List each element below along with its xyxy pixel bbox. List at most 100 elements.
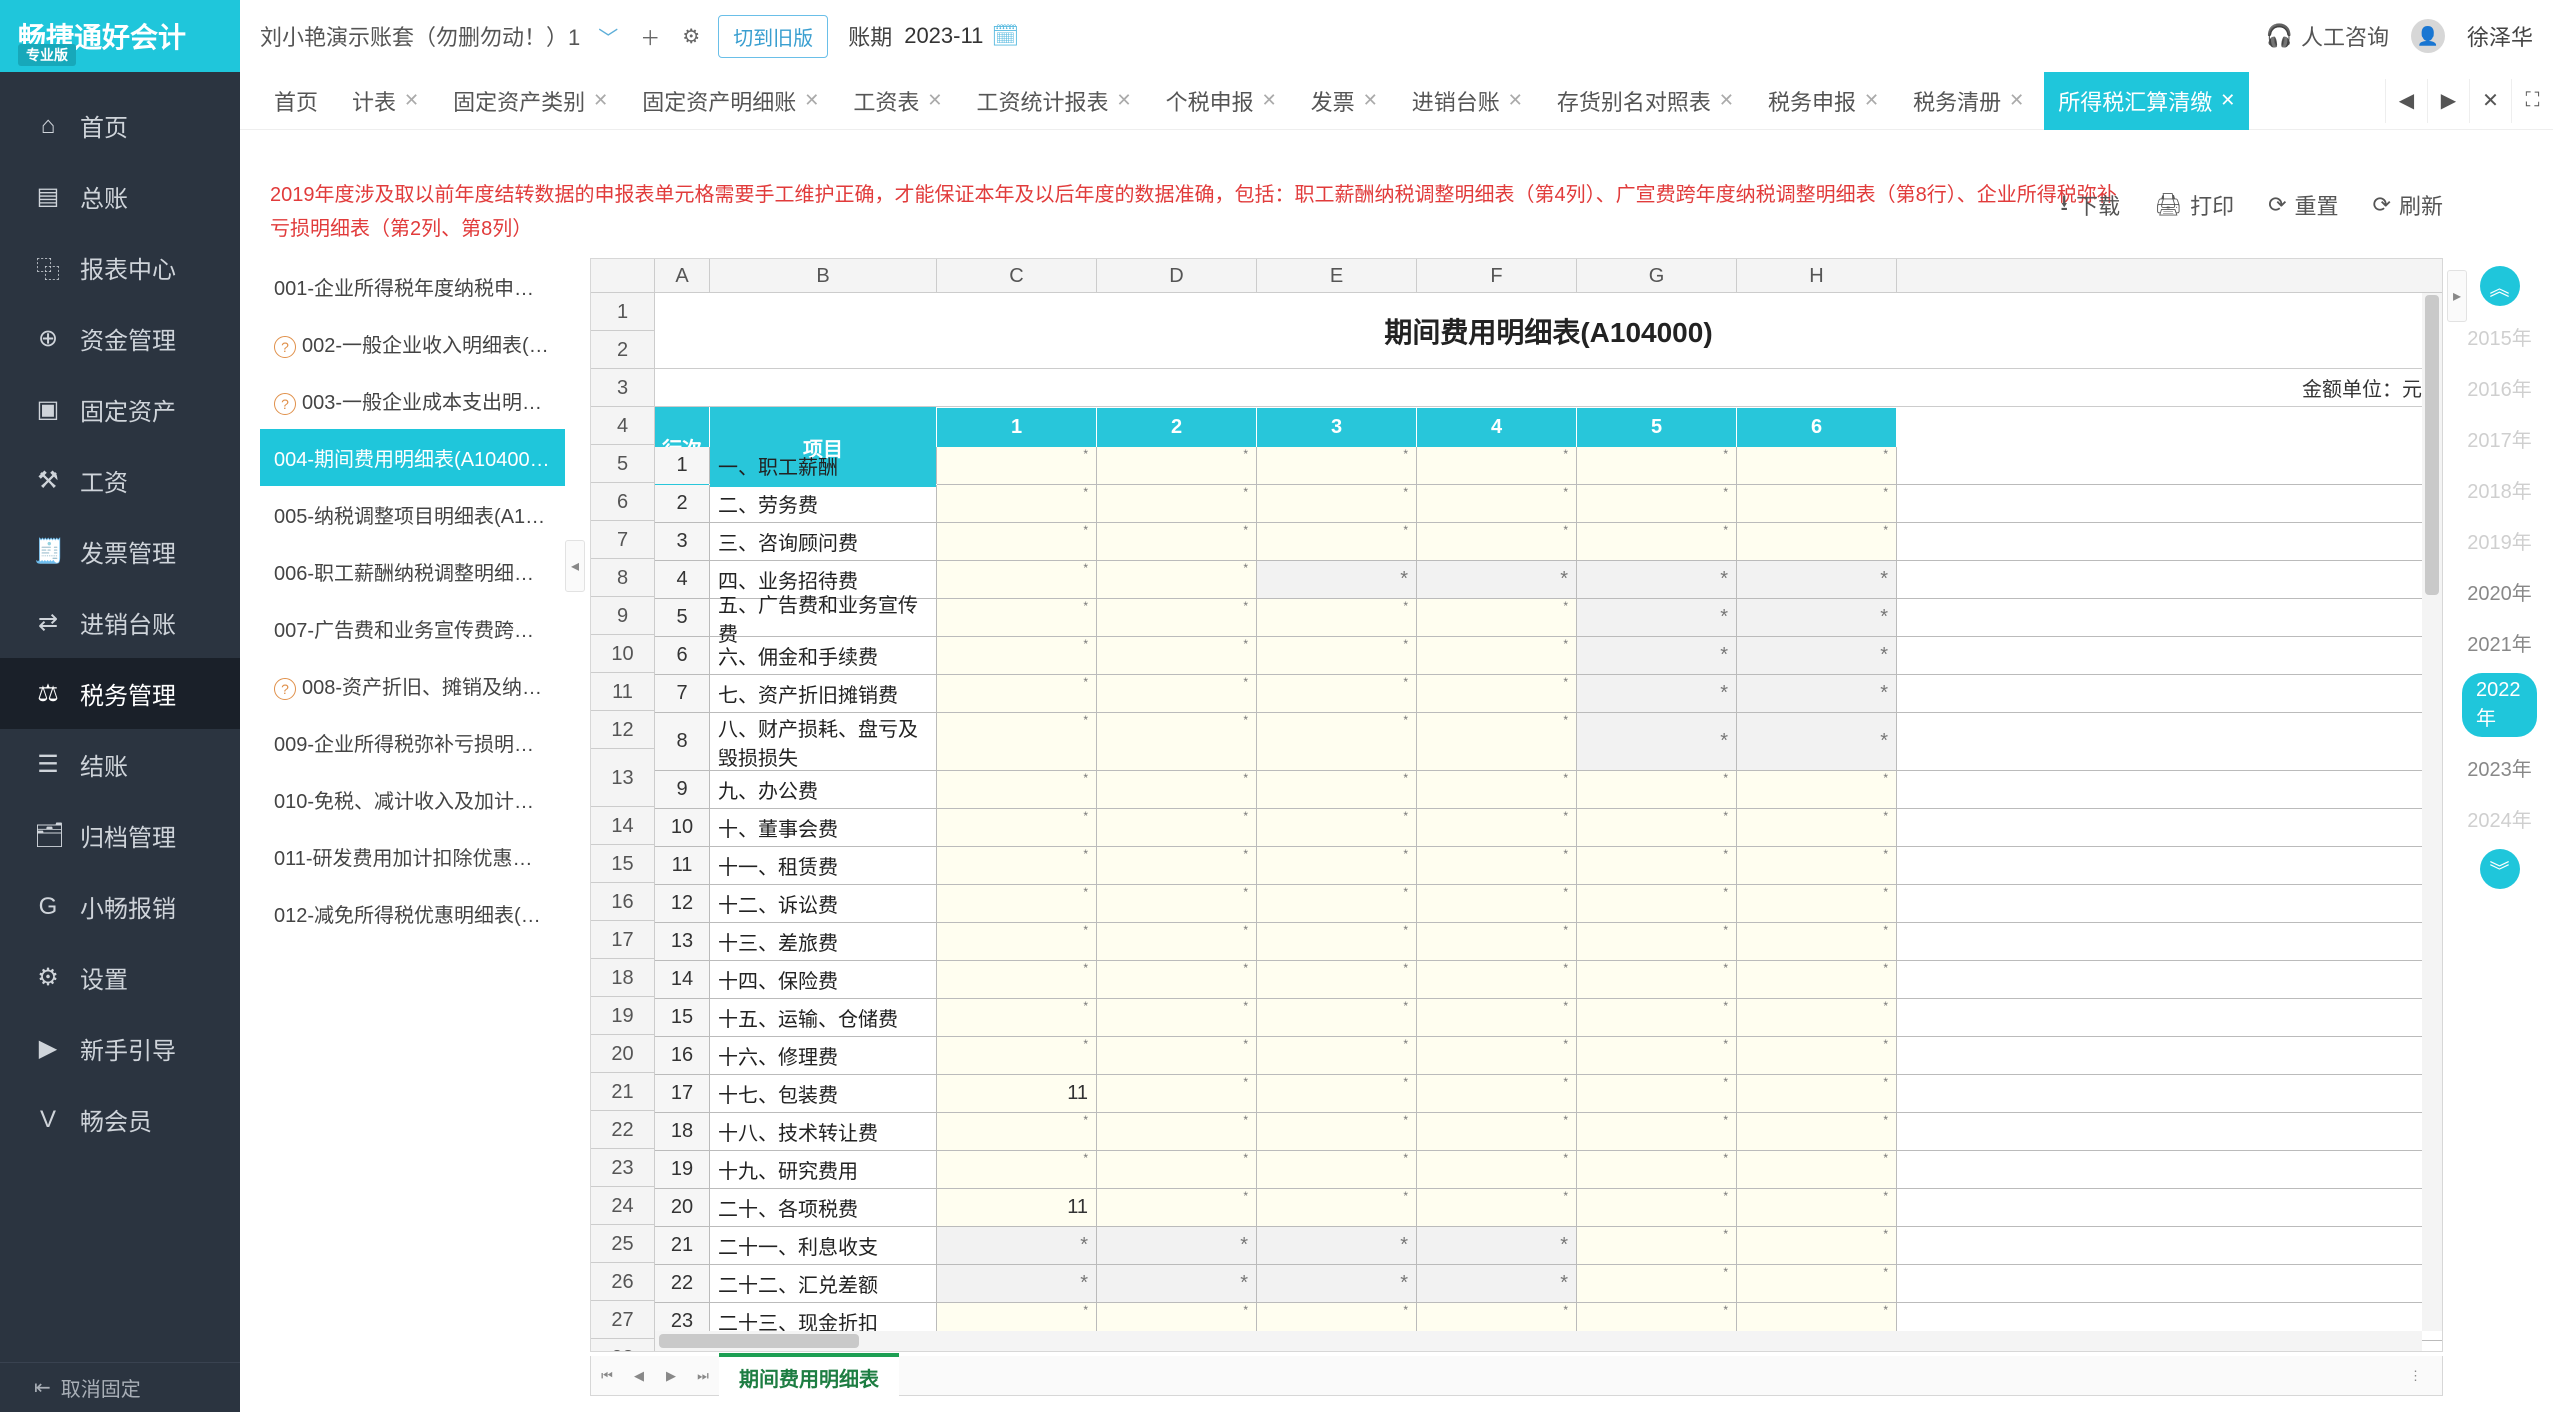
row-header-26[interactable]: 26 [591, 1263, 654, 1301]
nav-item-工资[interactable]: ⚒工资 [0, 445, 240, 516]
row-header-13[interactable]: 13 [591, 749, 654, 807]
cell[interactable]: * [1577, 485, 1737, 522]
row-header-3[interactable]: 3 [591, 369, 654, 407]
row-header-24[interactable]: 24 [591, 1187, 654, 1225]
cell[interactable]: * [1737, 923, 1897, 960]
sheet-first-icon[interactable]: ⏮ [591, 1368, 623, 1384]
cell[interactable]: * [1097, 1113, 1257, 1150]
cell[interactable]: 11 [937, 1075, 1097, 1112]
tab-工资表[interactable]: 工资表✕ [839, 72, 956, 130]
cell[interactable]: 11 [937, 1189, 1097, 1226]
col-header-D[interactable]: D [1097, 259, 1257, 292]
nav-item-结账[interactable]: ☰结账 [0, 729, 240, 800]
cell[interactable]: * [1577, 923, 1737, 960]
cell[interactable]: * [1737, 447, 1897, 484]
close-icon[interactable]: ✕ [1116, 90, 1131, 111]
cell[interactable]: * [937, 1265, 1097, 1302]
report-item[interactable]: 011-研发费用加计扣除优惠… [260, 828, 565, 885]
cell[interactable]: * [1577, 885, 1737, 922]
cell[interactable]: * [1097, 999, 1257, 1036]
nav-item-固定资产[interactable]: ▣固定资产 [0, 374, 240, 445]
refresh-button[interactable]: ⟳刷新 [2373, 186, 2443, 224]
cell[interactable]: * [1097, 447, 1257, 484]
nav-item-畅会员[interactable]: V畅会员 [0, 1084, 240, 1155]
cell[interactable]: * [1577, 1113, 1737, 1150]
row-header-6[interactable]: 6 [591, 483, 654, 521]
cell[interactable]: * [1577, 1037, 1737, 1074]
year-2021年[interactable]: 2021年 [2467, 622, 2532, 663]
row-header-10[interactable]: 10 [591, 635, 654, 673]
tab-工资统计报表[interactable]: 工资统计报表✕ [962, 72, 1145, 130]
cell[interactable]: * [1577, 809, 1737, 846]
row-header-21[interactable]: 21 [591, 1073, 654, 1111]
cell[interactable]: * [1417, 809, 1577, 846]
row-header-23[interactable]: 23 [591, 1149, 654, 1187]
cell[interactable]: * [1257, 809, 1417, 846]
cell[interactable]: * [1097, 713, 1257, 770]
close-icon[interactable]: ✕ [1508, 90, 1523, 111]
cell[interactable]: * [1577, 847, 1737, 884]
active-sheet-tab[interactable]: 期间费用明细表 [719, 1353, 899, 1398]
nav-item-报表中心[interactable]: ⿻报表中心 [0, 232, 240, 303]
tab-税务申报[interactable]: 税务申报✕ [1754, 72, 1893, 130]
cell[interactable]: * [1097, 637, 1257, 674]
collapse-left-icon[interactable]: ◂ [565, 540, 585, 592]
tab-进销台账[interactable]: 进销台账✕ [1398, 72, 1537, 130]
cell[interactable]: * [937, 675, 1097, 712]
nav-item-首页[interactable]: ⌂首页 [0, 90, 240, 161]
col-header-C[interactable]: C [937, 259, 1097, 292]
sheet-corner[interactable] [591, 259, 655, 293]
cell[interactable]: * [1097, 1151, 1257, 1188]
cell[interactable]: * [1577, 999, 1737, 1036]
report-item[interactable]: 012-减免所得税优惠明细表(… [260, 885, 565, 942]
cell[interactable]: * [1417, 961, 1577, 998]
row-header-4[interactable]: 4 [591, 407, 654, 445]
cell[interactable]: * [1417, 1037, 1577, 1074]
cell[interactable]: * [1257, 713, 1417, 770]
row-header-20[interactable]: 20 [591, 1035, 654, 1073]
cell[interactable]: * [937, 771, 1097, 808]
cell[interactable]: * [1097, 771, 1257, 808]
cell[interactable]: * [937, 885, 1097, 922]
year-2019年[interactable]: 2019年 [2467, 520, 2532, 561]
cell[interactable]: * [1577, 1189, 1737, 1226]
cell[interactable]: * [1097, 561, 1257, 598]
cell[interactable]: * [937, 923, 1097, 960]
cell[interactable]: * [1257, 485, 1417, 522]
year-2024年[interactable]: 2024年 [2467, 798, 2532, 839]
cell[interactable]: * [1257, 561, 1417, 598]
cell[interactable]: * [937, 1227, 1097, 1264]
cell[interactable]: * [1257, 847, 1417, 884]
row-header-8[interactable]: 8 [591, 559, 654, 597]
cell[interactable]: * [1257, 599, 1417, 636]
cell[interactable]: * [1737, 961, 1897, 998]
cell[interactable]: * [1577, 561, 1737, 598]
cell[interactable]: * [1257, 1113, 1417, 1150]
cell[interactable]: * [1417, 1265, 1577, 1302]
cell[interactable]: * [1417, 599, 1577, 636]
cell[interactable]: * [1577, 675, 1737, 712]
cell[interactable]: * [1097, 675, 1257, 712]
cell[interactable]: * [1417, 1227, 1577, 1264]
tab-固定资产类别[interactable]: 固定资产类别✕ [439, 72, 622, 130]
nav-item-小畅报销[interactable]: G小畅报销 [0, 871, 240, 942]
cell[interactable]: * [1577, 637, 1737, 674]
row-header-2[interactable]: 2 [591, 331, 654, 369]
close-icon[interactable]: ✕ [1719, 90, 1734, 111]
cell[interactable]: * [1417, 523, 1577, 560]
year-2017年[interactable]: 2017年 [2467, 418, 2532, 459]
cell[interactable]: * [1417, 485, 1577, 522]
row-header-17[interactable]: 17 [591, 921, 654, 959]
cell[interactable]: * [1097, 1227, 1257, 1264]
cell[interactable]: * [1417, 1151, 1577, 1188]
col-header-B[interactable]: B [710, 259, 937, 292]
cell[interactable]: * [1737, 1075, 1897, 1112]
cell[interactable]: * [937, 447, 1097, 484]
row-header-22[interactable]: 22 [591, 1111, 654, 1149]
cell[interactable]: * [1737, 1151, 1897, 1188]
cell[interactable]: * [1417, 923, 1577, 960]
cell[interactable]: * [937, 1151, 1097, 1188]
cell[interactable]: * [1577, 961, 1737, 998]
year-up-icon[interactable]: ︽ [2480, 266, 2520, 306]
cell[interactable]: * [937, 485, 1097, 522]
